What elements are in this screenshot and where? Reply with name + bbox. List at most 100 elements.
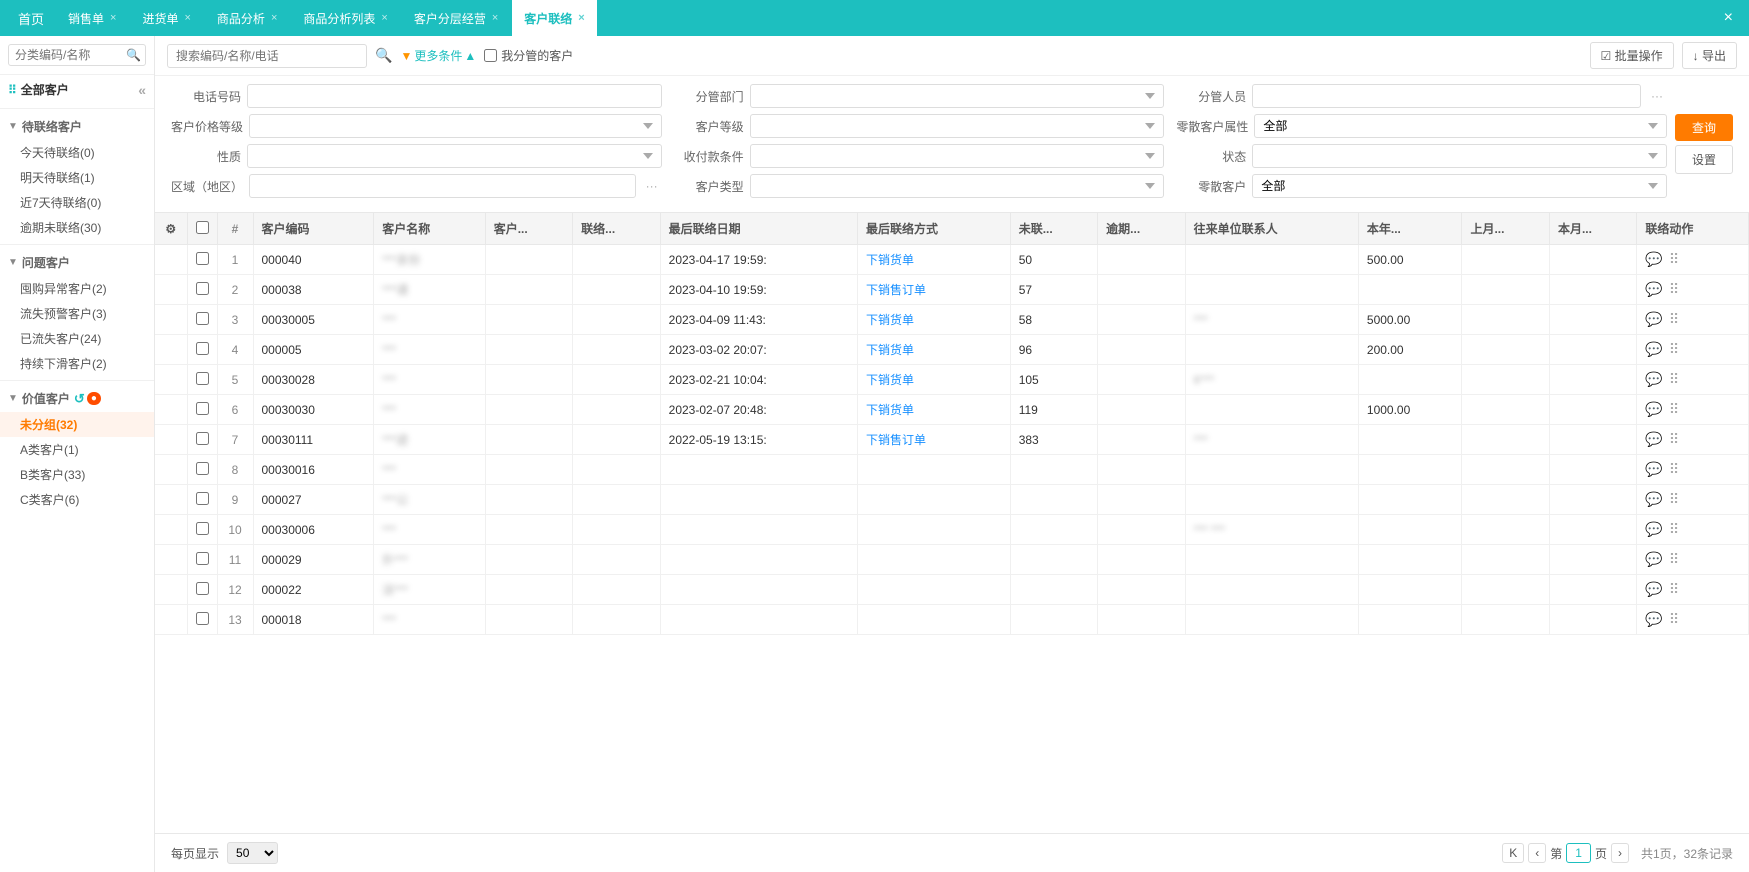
check-all-input[interactable] xyxy=(196,221,209,234)
my-customers-check[interactable] xyxy=(484,49,497,62)
more-icon[interactable]: ⠿ xyxy=(1669,461,1679,478)
message-icon[interactable]: 💬 xyxy=(1645,581,1662,598)
row-checkbox[interactable] xyxy=(196,312,209,325)
sidebar-item-declining[interactable]: 持续下滑客户(2) xyxy=(0,351,154,376)
sidebar-group-value[interactable]: ▼ 价值客户 ↺ ● xyxy=(0,385,154,412)
more-icon[interactable]: ⠿ xyxy=(1669,281,1679,298)
col-last-month[interactable]: 上月... xyxy=(1462,213,1549,245)
retail-select[interactable]: 全部 xyxy=(1252,174,1667,198)
row-checkbox[interactable] xyxy=(196,612,209,625)
person-input[interactable] xyxy=(1252,84,1641,108)
col-check-all[interactable] xyxy=(187,213,217,245)
last-method-link[interactable]: 下销货单 xyxy=(866,253,914,267)
close-tab-customer-contact[interactable]: × xyxy=(578,12,584,24)
tab-product-analysis-list[interactable]: 商品分析列表 × xyxy=(291,0,399,36)
nature-select[interactable] xyxy=(247,144,662,168)
message-icon[interactable]: 💬 xyxy=(1645,611,1662,628)
close-tab-purchase[interactable]: × xyxy=(184,12,190,24)
more-icon[interactable]: ⠿ xyxy=(1669,311,1679,328)
more-icon[interactable]: ⠿ xyxy=(1669,341,1679,358)
col-contact-info[interactable]: 联络... xyxy=(573,213,660,245)
col-last-contact-method[interactable]: 最后联络方式 xyxy=(858,213,1011,245)
batch-ops-button[interactable]: ☑ 批量操作 xyxy=(1590,42,1674,69)
price-level-select[interactable] xyxy=(249,114,662,138)
next-page-btn[interactable]: › xyxy=(1611,843,1629,863)
row-checkbox[interactable] xyxy=(196,552,209,565)
tab-customer-contact[interactable]: 客户联络 × xyxy=(512,0,596,36)
row-checkbox[interactable] xyxy=(196,342,209,355)
tab-sales-order[interactable]: 销售单 × xyxy=(56,0,128,36)
more-conditions-btn[interactable]: ▼ 更多条件 ▲ xyxy=(400,47,476,64)
page-size-select[interactable]: 50 100 xyxy=(227,842,278,864)
more-icon[interactable]: ⠿ xyxy=(1669,581,1679,598)
col-settings[interactable]: ⚙ xyxy=(155,213,187,245)
more-icon[interactable]: ⠿ xyxy=(1669,551,1679,568)
tab-customer-segment[interactable]: 客户分层经营 × xyxy=(402,0,510,36)
payment-select[interactable] xyxy=(750,144,1165,168)
sidebar-item-class-b[interactable]: B类客户(33) xyxy=(0,462,154,487)
sidebar-item-class-a[interactable]: A类客户(1) xyxy=(0,437,154,462)
last-method-link[interactable]: 下销货单 xyxy=(866,403,914,417)
message-icon[interactable]: 💬 xyxy=(1645,251,1662,268)
last-method-link[interactable]: 下销货单 xyxy=(866,373,914,387)
message-icon[interactable]: 💬 xyxy=(1645,341,1662,358)
message-icon[interactable]: 💬 xyxy=(1645,431,1662,448)
prev-page-btn[interactable]: ‹ xyxy=(1528,843,1546,863)
dept-select[interactable] xyxy=(750,84,1165,108)
export-button[interactable]: ↓ 导出 xyxy=(1682,42,1737,69)
row-checkbox[interactable] xyxy=(196,372,209,385)
row-checkbox[interactable] xyxy=(196,402,209,415)
row-checkbox[interactable] xyxy=(196,282,209,295)
region-dots-btn[interactable]: ··· xyxy=(642,179,662,193)
sidebar-item-today-pending[interactable]: 今天待联络(0) xyxy=(0,140,154,165)
cust-type-select[interactable] xyxy=(750,174,1165,198)
message-icon[interactable]: 💬 xyxy=(1645,371,1662,388)
sidebar-item-abnormal[interactable]: 囤购异常客户(2) xyxy=(0,276,154,301)
close-tab-product-analysis-list[interactable]: × xyxy=(381,12,387,24)
message-icon[interactable]: 💬 xyxy=(1645,401,1662,418)
more-icon[interactable]: ⠿ xyxy=(1669,371,1679,388)
sidebar-item-overdue[interactable]: 逾期未联络(30) xyxy=(0,215,154,240)
col-this-month[interactable]: 本月... xyxy=(1549,213,1636,245)
col-overdue[interactable]: 逾期... xyxy=(1098,213,1185,245)
col-customer-name[interactable]: 客户名称 xyxy=(374,213,485,245)
home-tab[interactable]: 首页 xyxy=(8,9,54,28)
more-icon[interactable]: ⠿ xyxy=(1669,491,1679,508)
sidebar-item-churned[interactable]: 已流失客户(24) xyxy=(0,326,154,351)
cust-level-select[interactable] xyxy=(750,114,1165,138)
more-icon[interactable]: ⠿ xyxy=(1669,521,1679,538)
col-partner-contact[interactable]: 往来单位联系人 xyxy=(1185,213,1358,245)
my-customers-checkbox[interactable]: 我分管的客户 xyxy=(484,47,573,64)
sidebar-item-ungrouped[interactable]: 未分组(32) xyxy=(0,412,154,437)
reset-button[interactable]: 设置 xyxy=(1675,145,1733,174)
close-tab-product-analysis[interactable]: × xyxy=(271,12,277,24)
close-tab-customer-segment[interactable]: × xyxy=(492,12,498,24)
last-method-link[interactable]: 下销售订单 xyxy=(866,433,926,447)
tab-product-analysis[interactable]: 商品分析 × xyxy=(205,0,289,36)
row-checkbox[interactable] xyxy=(196,492,209,505)
sidebar-group-pending[interactable]: ▼ 待联络客户 xyxy=(0,113,154,140)
refresh-icon[interactable]: ↺ xyxy=(74,391,85,407)
more-icon[interactable]: ⠿ xyxy=(1669,251,1679,268)
query-button[interactable]: 查询 xyxy=(1675,114,1733,141)
message-icon[interactable]: 💬 xyxy=(1645,521,1662,538)
close-tab-sales[interactable]: × xyxy=(110,12,116,24)
message-icon[interactable]: 💬 xyxy=(1645,461,1662,478)
col-last-contact-date[interactable]: 最后联络日期 xyxy=(660,213,857,245)
col-not-contact[interactable]: 未联... xyxy=(1010,213,1097,245)
more-icon[interactable]: ⠿ xyxy=(1669,611,1679,628)
more-icon[interactable]: ⠿ xyxy=(1669,431,1679,448)
col-customer-abbr[interactable]: 客户... xyxy=(485,213,572,245)
col-this-year[interactable]: 本年... xyxy=(1358,213,1462,245)
phone-input[interactable] xyxy=(247,84,662,108)
sidebar-item-7day-pending[interactable]: 近7天待联络(0) xyxy=(0,190,154,215)
tab-purchase-order[interactable]: 进货单 × xyxy=(130,0,202,36)
region-input[interactable] xyxy=(249,174,636,198)
sidebar-collapse-btn[interactable]: « xyxy=(138,82,146,98)
message-icon[interactable]: 💬 xyxy=(1645,551,1662,568)
row-checkbox[interactable] xyxy=(196,582,209,595)
all-customers-item[interactable]: ⠿ 全部客户 « xyxy=(0,75,154,104)
row-checkbox[interactable] xyxy=(196,462,209,475)
search-button[interactable]: 🔍 xyxy=(375,47,392,64)
person-dots-btn[interactable]: ··· xyxy=(1647,89,1667,103)
